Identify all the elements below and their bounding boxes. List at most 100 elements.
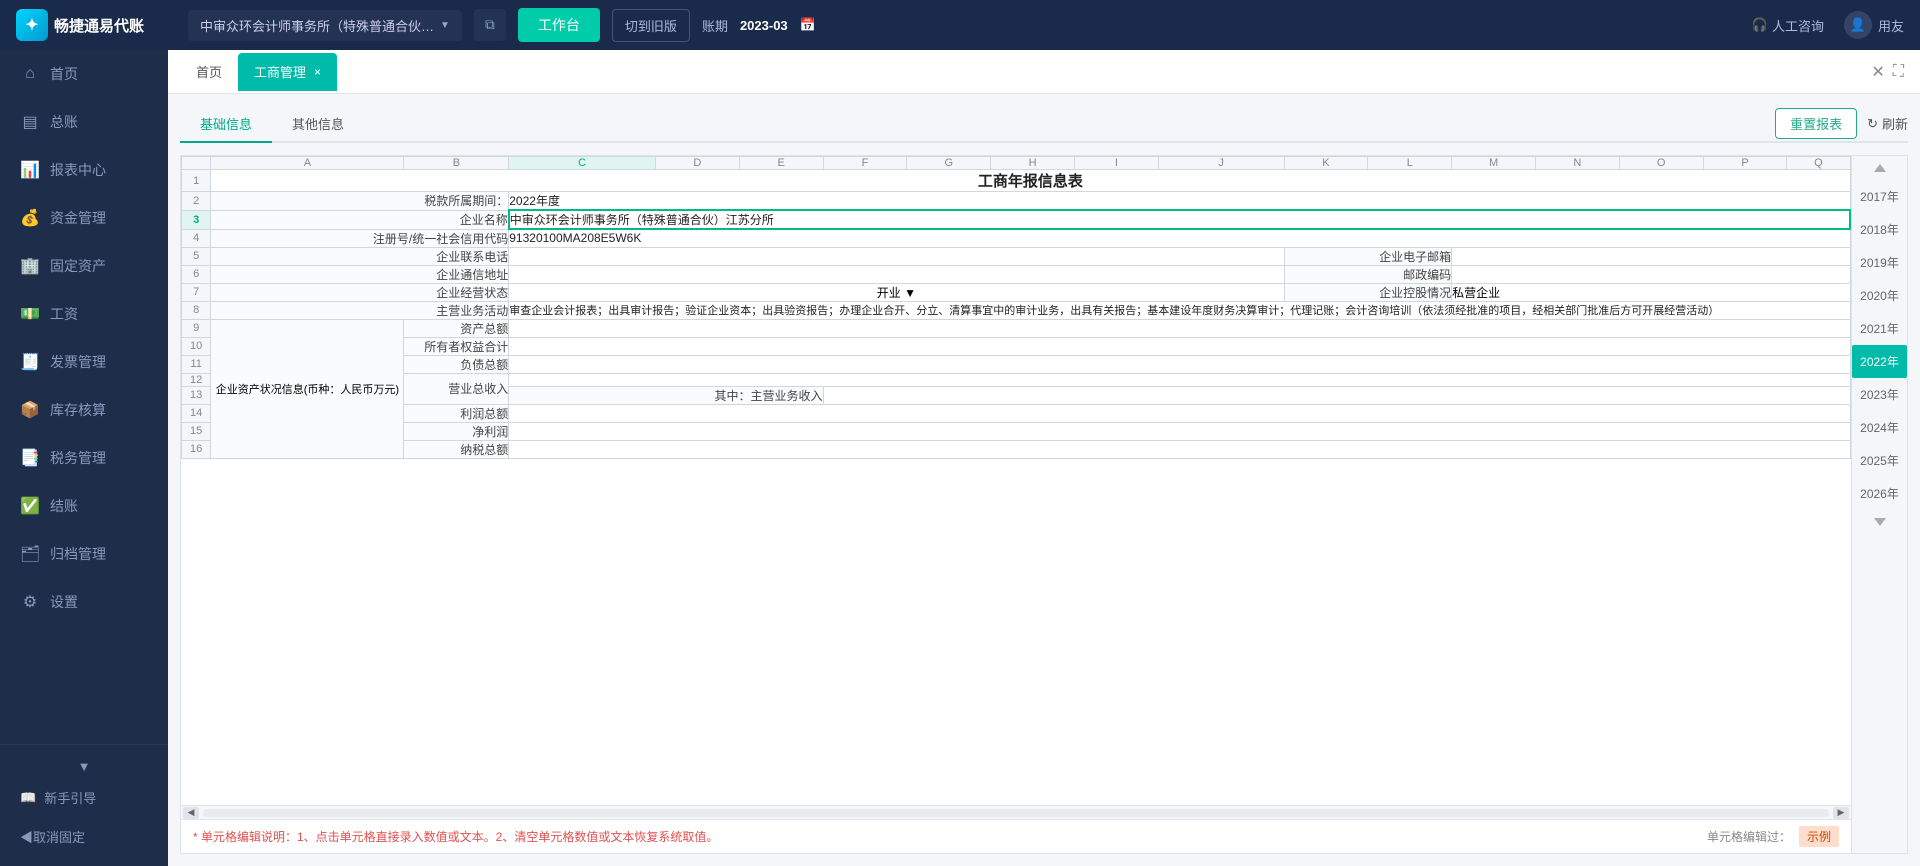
reset-report-button[interactable]: 重置报表 bbox=[1775, 108, 1857, 139]
refresh-button[interactable]: ↻ 刷新 bbox=[1867, 114, 1908, 133]
refresh-icon: ↻ bbox=[1867, 116, 1878, 132]
sidebar-item-salary[interactable]: 💵 工资 bbox=[0, 290, 168, 338]
cell-6-left-value[interactable] bbox=[509, 265, 1284, 283]
year-2024[interactable]: 2024年 bbox=[1852, 411, 1907, 444]
logo-icon: ✦ bbox=[16, 9, 48, 41]
tab-industrial-label: 工商管理 bbox=[254, 62, 306, 81]
year-2020[interactable]: 2020年 bbox=[1852, 279, 1907, 312]
sheet-footer: * 单元格编辑说明：1、点击单元格直接录入数值或文本。2、清空单元格数值或文本恢… bbox=[181, 819, 1851, 853]
year-2021[interactable]: 2021年 bbox=[1852, 312, 1907, 345]
cell-11-label: 负债总额 bbox=[404, 355, 509, 373]
year-panel-up[interactable] bbox=[1852, 156, 1907, 180]
sidebar-item-tax[interactable]: 📑 税务管理 bbox=[0, 434, 168, 482]
switch-version-button[interactable]: 切到旧版 bbox=[612, 9, 690, 42]
cell-title[interactable]: 工商年报信息表 bbox=[211, 170, 1850, 192]
calendar-icon[interactable]: 📅 bbox=[800, 17, 816, 33]
tab-close-button[interactable]: × bbox=[314, 65, 321, 79]
cell-8-value[interactable]: 审查企业会计报表；出具审计报告；验证企业资本；出具验资报告；办理企业合开、分立、… bbox=[509, 301, 1850, 319]
service-button[interactable]: 🎧 人工咨询 bbox=[1752, 16, 1824, 35]
cell-15-value[interactable] bbox=[509, 422, 1850, 440]
tab-close-icon[interactable]: ✕ bbox=[1871, 62, 1884, 82]
company-selector[interactable]: 中审众环会计师事务所（特殊普通合伙… ▼ bbox=[188, 10, 462, 41]
cell-5-left-label: 企业联系电话 bbox=[211, 247, 509, 265]
tab-expand-icon[interactable]: ⛶ bbox=[1893, 63, 1904, 81]
year-2023[interactable]: 2023年 bbox=[1852, 378, 1907, 411]
company-name: 中审众环会计师事务所（特殊普通合伙… bbox=[200, 16, 434, 35]
sidebar-item-ledger[interactable]: ▤ 总账 bbox=[0, 98, 168, 146]
row-num-9: 9 bbox=[182, 319, 211, 337]
sidebar-item-settings[interactable]: ⚙ 设置 bbox=[0, 578, 168, 626]
scroll-left-button[interactable]: ◀ bbox=[183, 807, 199, 819]
cell-16-value[interactable] bbox=[509, 440, 1850, 458]
col-header-g: G bbox=[907, 157, 991, 170]
spreadsheet[interactable]: A B C D E F G H I J bbox=[181, 156, 1851, 805]
sidebar-item-invoice[interactable]: 🧾 发票管理 bbox=[0, 338, 168, 386]
cell-13-value[interactable] bbox=[823, 386, 1850, 404]
col-header-b: B bbox=[404, 157, 509, 170]
user-label: 用友 bbox=[1878, 16, 1904, 35]
col-header-e: E bbox=[739, 157, 823, 170]
tab-industrial[interactable]: 工商管理 × bbox=[238, 53, 337, 91]
sidebar-item-inventory[interactable]: 📦 库存核算 bbox=[0, 386, 168, 434]
cell-2-value[interactable]: 2022年度 bbox=[509, 192, 1850, 211]
workbench-button[interactable]: 工作台 bbox=[518, 8, 600, 42]
company-dropdown-arrow: ▼ bbox=[440, 20, 450, 31]
cell-9-a: 企业资产状况信息(币种：人民币万元) bbox=[211, 319, 404, 458]
scroll-right-button[interactable]: ▶ bbox=[1833, 807, 1849, 819]
row-14: 14 利润总额 bbox=[182, 404, 1851, 422]
sidebar: ⌂ 首页 ▤ 总账 📊 报表中心 💰 资金管理 🏢 固定资产 💵 工资 bbox=[0, 50, 168, 866]
sidebar-scroll-down[interactable]: ▼ bbox=[0, 755, 168, 778]
cell-3-value[interactable]: 中审众环会计师事务所（特殊普通合伙）江苏分所 bbox=[509, 210, 1850, 229]
copy-button[interactable]: ⧉ bbox=[474, 9, 506, 41]
row-15: 15 净利润 bbox=[182, 422, 1851, 440]
row-11: 11 负债总额 bbox=[182, 355, 1851, 373]
logo-area: ✦ 畅捷通易代账 bbox=[16, 9, 176, 41]
row-16: 16 纳税总额 bbox=[182, 440, 1851, 458]
sidebar-item-assets[interactable]: 🏢 固定资产 bbox=[0, 242, 168, 290]
cell-6-right-value[interactable] bbox=[1452, 265, 1850, 283]
year-2025[interactable]: 2025年 bbox=[1852, 444, 1907, 477]
sidebar-item-close[interactable]: ✅ 结账 bbox=[0, 482, 168, 530]
year-2018[interactable]: 2018年 bbox=[1852, 213, 1907, 246]
sidebar-item-archive[interactable]: 🗂 归档管理 bbox=[0, 530, 168, 578]
guide-icon: 📖 bbox=[20, 790, 36, 806]
cell-9-label: 资产总额 bbox=[404, 319, 509, 337]
row-8: 8 主营业务活动 审查企业会计报表；出具审计报告；验证企业资本；出具验资报告；办… bbox=[182, 301, 1851, 319]
unpin-button[interactable]: ◀取消固定 bbox=[0, 817, 168, 856]
year-2017[interactable]: 2017年 bbox=[1852, 180, 1907, 213]
cell-11-value[interactable] bbox=[509, 355, 1850, 373]
scroll-track[interactable] bbox=[203, 809, 1829, 817]
cell-10-value[interactable] bbox=[509, 337, 1850, 355]
sidebar-item-home[interactable]: ⌂ 首页 bbox=[0, 50, 168, 98]
tab-home[interactable]: 首页 bbox=[184, 50, 234, 93]
cell-12-value[interactable] bbox=[509, 373, 1850, 386]
col-header-q: Q bbox=[1787, 157, 1850, 170]
sheet-title: 工商年报信息表 bbox=[978, 173, 1083, 190]
year-2022[interactable]: 2022年 bbox=[1852, 345, 1907, 378]
cell-5-right-value[interactable] bbox=[1452, 247, 1850, 265]
period-value: 2023-03 bbox=[740, 18, 788, 33]
sub-tab-other[interactable]: 其他信息 bbox=[272, 106, 364, 143]
cell-13-sub-label: 其中：主营业务收入 bbox=[509, 386, 823, 404]
sub-tab-basic[interactable]: 基础信息 bbox=[180, 106, 272, 143]
horizontal-scrollbar[interactable]: ◀ ▶ bbox=[181, 805, 1851, 819]
user-area[interactable]: 👤 用友 bbox=[1844, 11, 1904, 39]
row-num-15: 15 bbox=[182, 422, 211, 440]
cell-9-value[interactable] bbox=[509, 319, 1850, 337]
year-panel-down[interactable] bbox=[1852, 510, 1907, 534]
main-layout: ⌂ 首页 ▤ 总账 📊 报表中心 💰 资金管理 🏢 固定资产 💵 工资 bbox=[0, 50, 1920, 866]
sidebar-item-reports[interactable]: 📊 报表中心 bbox=[0, 146, 168, 194]
new-guide-button[interactable]: 📖 新手引导 bbox=[0, 778, 168, 817]
archive-icon: 🗂 bbox=[20, 544, 40, 564]
cell-7-left-value[interactable]: 开业 ▼ bbox=[509, 283, 1284, 301]
col-header-a: A bbox=[211, 157, 404, 170]
year-2019[interactable]: 2019年 bbox=[1852, 246, 1907, 279]
sub-tab-actions: 重置报表 ↻ 刷新 bbox=[1775, 108, 1908, 139]
sidebar-item-finance[interactable]: 💰 资金管理 bbox=[0, 194, 168, 242]
cell-7-right-value[interactable]: 私营企业 bbox=[1452, 283, 1850, 301]
cell-4-value[interactable]: 91320100MA208E5W6K bbox=[509, 229, 1850, 247]
cell-5-left-value[interactable] bbox=[509, 247, 1284, 265]
row-num-12: 12 bbox=[182, 373, 211, 386]
year-2026[interactable]: 2026年 bbox=[1852, 477, 1907, 510]
cell-14-value[interactable] bbox=[509, 404, 1850, 422]
